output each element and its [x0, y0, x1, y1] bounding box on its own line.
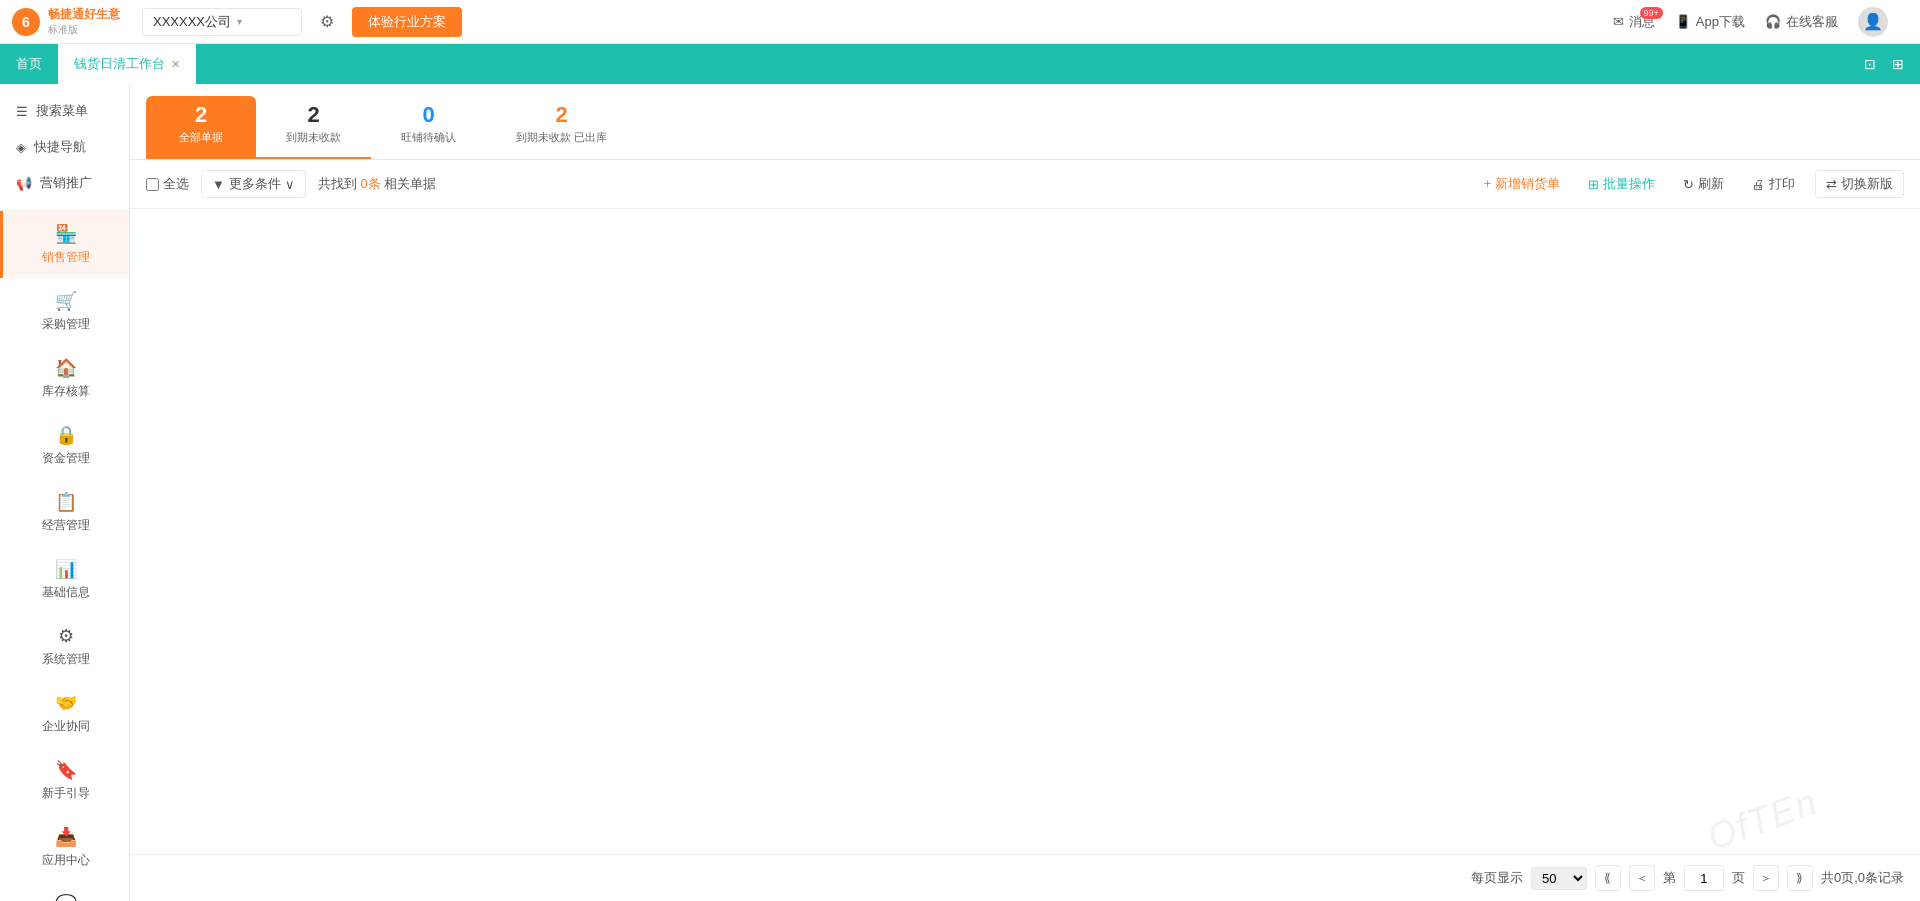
stat-label-all: 全部单据 — [179, 130, 223, 145]
system-icon: ⚙ — [58, 625, 74, 647]
header-right: ✉ 消息 99+ 📱 App下载 🎧 在线客服 👤 — [1613, 7, 1908, 37]
found-text: 共找到 0条 相关单据 — [318, 175, 436, 193]
search-menu-icon: ☰ — [16, 104, 28, 119]
select-all-input[interactable] — [146, 178, 159, 191]
logo-text: 畅捷通好生意 标准版 — [48, 6, 120, 37]
company-name: XXXXXX公司 — [153, 13, 231, 31]
sidebar-item-app-center[interactable]: 📥 应用中心 — [0, 814, 129, 881]
sidebar-item-basic-info[interactable]: 📊 基础信息 — [0, 546, 129, 613]
pagination: 每页显示 50 100 200 ⟪ ＜ 第 页 ＞ ⟫ 共0页,0条记录 — [130, 854, 1920, 901]
toolbar: 全选 ▼ 更多条件 ∨ 共找到 0条 相关单据 + 新增销货单 ⊞ 批量操作 — [130, 160, 1920, 209]
stat-tab-all[interactable]: 2 全部单据 — [146, 96, 256, 159]
operation-icon: 📋 — [55, 491, 77, 513]
stat-count-overdue: 2 — [307, 104, 319, 126]
refresh-button[interactable]: ↻ 刷新 — [1675, 171, 1732, 197]
stat-count-pending: 0 — [422, 104, 434, 126]
tab-close-icon[interactable]: ✕ — [171, 58, 180, 71]
refresh-icon: ↻ — [1683, 177, 1694, 192]
toolbar-right: + 新增销货单 ⊞ 批量操作 ↻ 刷新 🖨 打印 ⇄ 切换新版 — [1472, 170, 1904, 198]
prev-page-button[interactable]: ＜ — [1629, 865, 1655, 891]
phone-icon: 📱 — [1675, 14, 1691, 29]
sidebar-item-marketing[interactable]: 📢 营销推广 — [8, 166, 121, 200]
guide-icon: 🔖 — [55, 759, 77, 781]
message-icon: ✉ — [1613, 14, 1624, 29]
top-header: 6 畅捷通好生意 标准版 XXXXXX公司 ▾ ⚙ 体验行业方案 ✉ 消息 99… — [0, 0, 1920, 44]
page-label: 第 — [1663, 869, 1676, 887]
more-filter-button[interactable]: ▼ 更多条件 ∨ — [201, 170, 306, 198]
sidebar-item-enterprise-wechat[interactable]: 💬 企业微信 — [0, 881, 129, 901]
page-label-2: 页 — [1732, 869, 1745, 887]
enterprise-coop-icon: 🤝 — [55, 692, 77, 714]
tab-expand-icon[interactable]: ⊞ — [1888, 52, 1908, 76]
purchase-icon: 🛒 — [55, 290, 77, 312]
tab-minimize-icon[interactable]: ⊡ — [1860, 52, 1880, 76]
online-service-button[interactable]: 🎧 在线客服 — [1765, 13, 1838, 31]
enterprise-wechat-icon: 💬 — [55, 893, 77, 901]
logo-icon: 6 — [12, 8, 40, 36]
sidebar-item-system[interactable]: ⚙ 系统管理 — [0, 613, 129, 680]
company-selector[interactable]: XXXXXX公司 ▾ — [142, 8, 302, 36]
sidebar-item-purchase[interactable]: 🛒 采购管理 — [0, 278, 129, 345]
print-icon: 🖨 — [1752, 177, 1765, 192]
sidebar-item-guide[interactable]: 🔖 新手引导 — [0, 747, 129, 814]
stat-tab-pending[interactable]: 0 旺铺待确认 — [371, 96, 486, 159]
settings-icon[interactable]: ⚙ — [312, 7, 342, 37]
batch-operation-button[interactable]: ⊞ 批量操作 — [1580, 171, 1663, 197]
next-page-button[interactable]: ＞ — [1753, 865, 1779, 891]
sidebar-item-operation[interactable]: 📋 经营管理 — [0, 479, 129, 546]
stat-label-overdue: 到期未收款 — [286, 130, 341, 145]
sidebar-item-inventory[interactable]: 🏠 库存核算 — [0, 345, 129, 412]
tab-home[interactable]: 首页 — [0, 44, 58, 84]
content-area: 2 全部单据 2 到期未收款 0 旺铺待确认 2 到期未收款 已出库 全选 — [130, 84, 1920, 901]
sidebar-item-sales[interactable]: 🏪 销售管理 — [0, 211, 129, 278]
first-page-button[interactable]: ⟪ — [1595, 865, 1621, 891]
stat-count-all: 2 — [195, 104, 207, 126]
tab-daily-work[interactable]: 钱货日清工作台 ✕ — [58, 44, 196, 84]
sidebar-item-quick-nav[interactable]: ◈ 快捷导航 — [8, 130, 121, 164]
tab-controls: ⊡ ⊞ — [1860, 52, 1920, 76]
app-download-button[interactable]: 📱 App下载 — [1675, 13, 1745, 31]
headset-icon: 🎧 — [1765, 14, 1781, 29]
tab-bar: 首页 钱货日清工作台 ✕ ⊡ ⊞ — [0, 44, 1920, 84]
message-button[interactable]: ✉ 消息 99+ — [1613, 13, 1655, 31]
filter-icon: ▼ — [212, 177, 225, 192]
avatar[interactable]: 👤 — [1858, 7, 1888, 37]
sidebar-item-enterprise-coop[interactable]: 🤝 企业协同 — [0, 680, 129, 747]
sidebar-item-search-menu[interactable]: ☰ 搜索菜单 — [8, 94, 121, 128]
marketing-icon: 📢 — [16, 176, 32, 191]
main-layout: ☰ 搜索菜单 ◈ 快捷导航 📢 营销推广 🏪 销售管理 🛒 采购管理 🏠 库存核… — [0, 84, 1920, 901]
per-page-select[interactable]: 50 100 200 — [1531, 867, 1587, 890]
stat-tab-unshipped[interactable]: 2 到期未收款 已出库 — [486, 96, 637, 159]
print-button[interactable]: 🖨 打印 — [1744, 171, 1803, 197]
select-all-checkbox[interactable]: 全选 — [146, 175, 189, 193]
inventory-icon: 🏠 — [55, 357, 77, 379]
finance-icon: 🔒 — [55, 424, 77, 446]
company-dropdown-icon: ▾ — [237, 16, 242, 27]
stats-tabs: 2 全部单据 2 到期未收款 0 旺铺待确认 2 到期未收款 已出库 — [130, 84, 1920, 160]
switch-version-button[interactable]: ⇄ 切换新版 — [1815, 170, 1904, 198]
sidebar-top: ☰ 搜索菜单 ◈ 快捷导航 📢 营销推广 — [0, 84, 129, 211]
new-sales-order-button[interactable]: + 新增销货单 — [1472, 171, 1568, 197]
quick-nav-icon: ◈ — [16, 140, 26, 155]
last-page-button[interactable]: ⟫ — [1787, 865, 1813, 891]
stat-label-unshipped: 到期未收款 已出库 — [516, 130, 607, 145]
table-area — [130, 209, 1920, 854]
stat-label-pending: 旺铺待确认 — [401, 130, 456, 145]
app-center-icon: 📥 — [55, 826, 77, 848]
sidebar: ☰ 搜索菜单 ◈ 快捷导航 📢 营销推广 🏪 销售管理 🛒 采购管理 🏠 库存核… — [0, 84, 130, 901]
per-page-label: 每页显示 — [1471, 869, 1523, 887]
sidebar-item-finance[interactable]: 🔒 资金管理 — [0, 412, 129, 479]
filter-dropdown-icon: ∨ — [285, 177, 295, 192]
logo-area: 6 畅捷通好生意 标准版 — [12, 6, 142, 37]
try-industry-button[interactable]: 体验行业方案 — [352, 7, 462, 37]
total-records: 共0页,0条记录 — [1821, 869, 1904, 887]
message-badge: 99+ — [1640, 7, 1663, 19]
sales-icon: 🏪 — [55, 223, 77, 245]
batch-icon: ⊞ — [1588, 177, 1599, 192]
switch-icon: ⇄ — [1826, 177, 1837, 192]
basic-info-icon: 📊 — [55, 558, 77, 580]
page-input[interactable] — [1684, 865, 1724, 891]
stat-tab-overdue[interactable]: 2 到期未收款 — [256, 96, 371, 159]
stat-count-unshipped: 2 — [555, 104, 567, 126]
